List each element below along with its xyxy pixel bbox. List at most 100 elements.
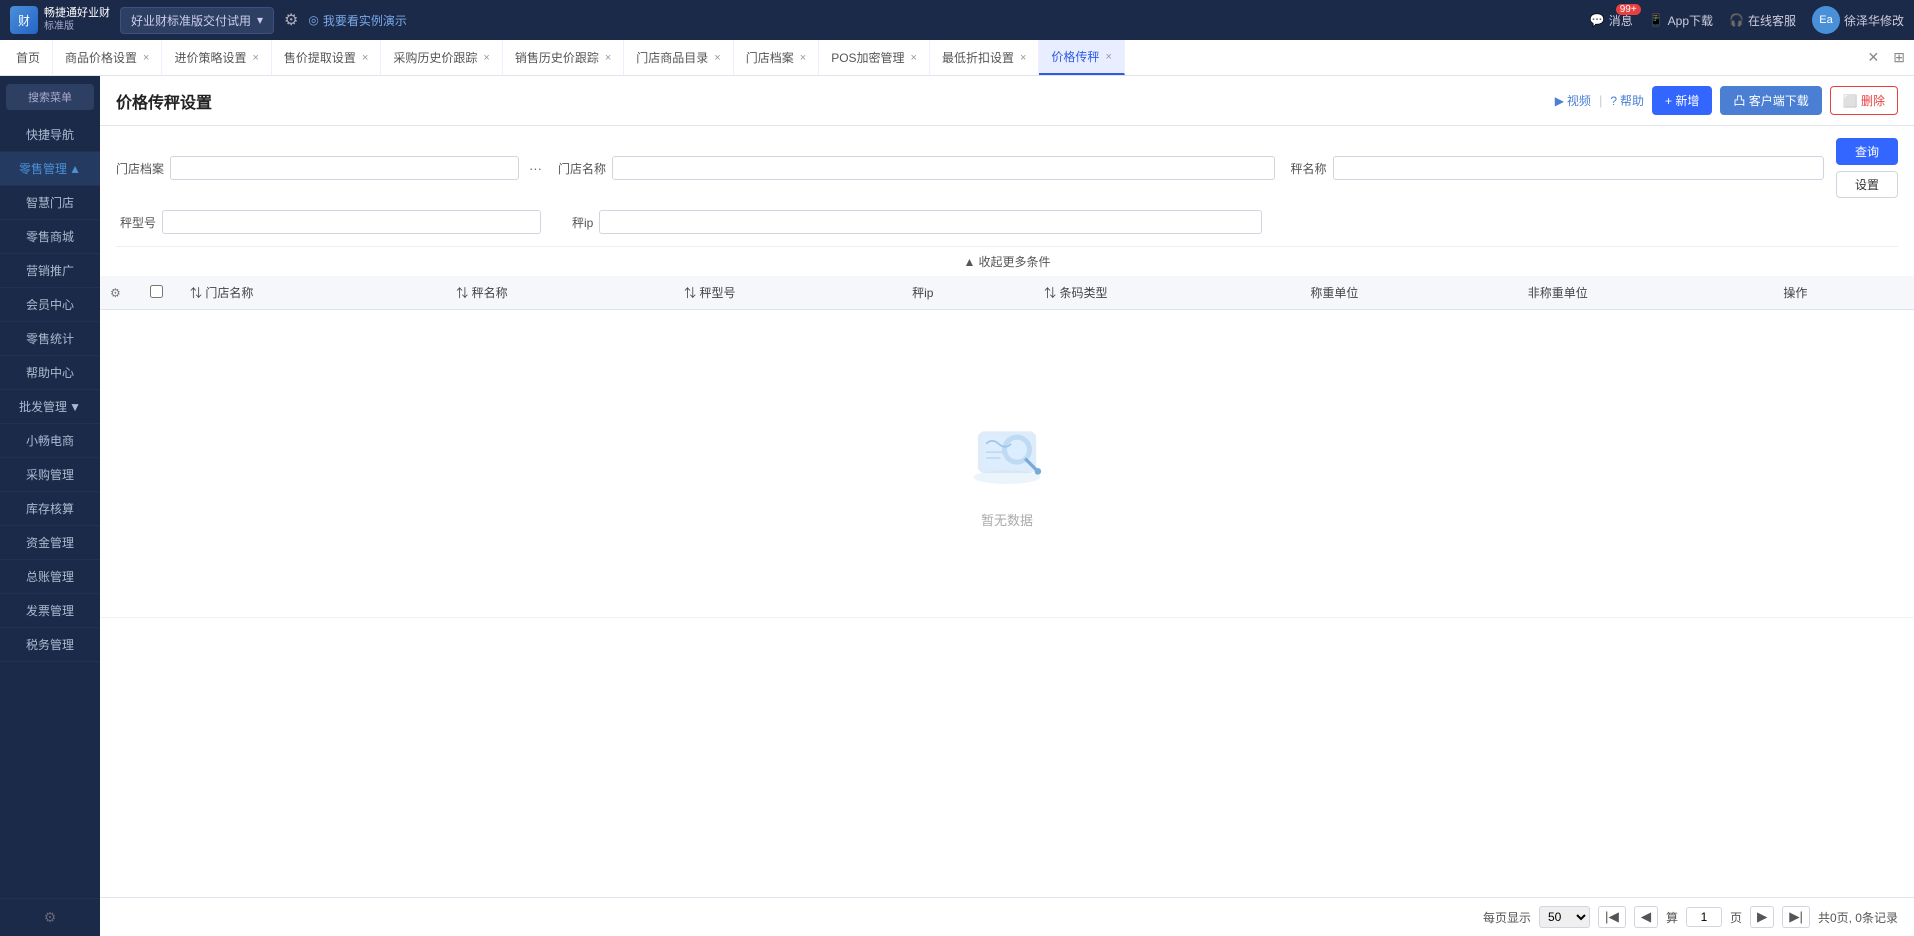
column-settings-icon[interactable]: ⚙ — [110, 286, 121, 300]
th-operation: 操作 — [1773, 276, 1914, 310]
tab-store-archive[interactable]: 门店档案 × — [734, 40, 819, 75]
user-profile-button[interactable]: Ea 徐泽华修改 — [1812, 6, 1904, 34]
help-link[interactable]: ? 帮助 — [1610, 92, 1644, 109]
version-selector[interactable]: 好业财标准版交付试用 ▾ — [120, 7, 274, 34]
set-button[interactable]: 设置 — [1836, 171, 1898, 198]
video-icon: ▶ — [1555, 94, 1564, 108]
scale-model-label: 秤型号 — [116, 214, 156, 231]
download-icon: 📱 — [1649, 13, 1664, 27]
tab-home[interactable]: 首页 — [4, 40, 53, 75]
sidebar-item-retail-stats[interactable]: 零售统计 — [0, 322, 100, 356]
app-download-button[interactable]: 📱 App下载 — [1649, 12, 1713, 29]
close-tab-purchase-history[interactable]: × — [483, 52, 489, 64]
prev-page-button[interactable]: ◀ — [1634, 906, 1658, 928]
sidebar-item-invoice-mgmt[interactable]: 发票管理 — [0, 594, 100, 628]
per-page-select[interactable]: 10 20 50 100 — [1539, 906, 1590, 928]
online-service-button[interactable]: 🎧 在线客服 — [1729, 12, 1796, 29]
tab-sale-price[interactable]: 售价提取设置 × — [272, 40, 381, 75]
store-archive-input[interactable] — [170, 156, 519, 180]
last-page-button[interactable]: ▶| — [1782, 906, 1810, 928]
data-table: ⚙ ⇅ 门店名称 ⇅ 秤名称 — [100, 276, 1914, 618]
close-tab-price-scale[interactable]: × — [1105, 51, 1111, 63]
tab-pos-encrypt[interactable]: POS加密管理 × — [819, 40, 930, 75]
sidebar-item-tax-mgmt[interactable]: 税务管理 — [0, 628, 100, 662]
sidebar-item-retail-mgmt[interactable]: 零售管理 ▲ — [0, 152, 100, 186]
sidebar-item-purchase-mgmt[interactable]: 采购管理 — [0, 458, 100, 492]
collapse-filter-button[interactable]: ▲ 收起更多条件 — [116, 246, 1898, 276]
close-tab-min-discount[interactable]: × — [1020, 52, 1026, 64]
tab-min-discount[interactable]: 最低折扣设置 × — [930, 40, 1039, 75]
sidebar-item-inventory[interactable]: 库存核算 — [0, 492, 100, 526]
scale-name-input[interactable] — [1333, 156, 1824, 180]
close-tab-store-catalog[interactable]: × — [714, 52, 720, 64]
sidebar-item-member[interactable]: 会员中心 — [0, 288, 100, 322]
close-tab-product-price[interactable]: × — [143, 52, 149, 64]
sidebar-item-help-center[interactable]: 帮助中心 — [0, 356, 100, 390]
query-button[interactable]: 查询 — [1836, 138, 1898, 165]
search-menu-button[interactable]: 搜索菜单 — [6, 84, 94, 110]
first-page-button[interactable]: |◀ — [1598, 906, 1626, 928]
filter-row-1: 门店档案 ··· 门店名称 秤名称 查询 — [116, 138, 1898, 198]
tab-product-price[interactable]: 商品价格设置 × — [53, 40, 162, 75]
page-number-input[interactable] — [1686, 907, 1722, 927]
expand-icon-retail: ▲ — [69, 162, 81, 176]
sidebar-item-finance[interactable]: 资金管理 — [0, 526, 100, 560]
store-name-input[interactable] — [612, 156, 1275, 180]
expand-icon-wholesale: ▼ — [69, 400, 81, 414]
th-barcode-type: ⇅ 条码类型 — [1034, 276, 1300, 310]
scale-name-label: 秤名称 — [1287, 160, 1327, 177]
th-weight-unit: 称重单位 — [1300, 276, 1517, 310]
client-download-button[interactable]: 凸 客户端下载 — [1720, 86, 1821, 115]
message-icon: 💬 — [1590, 13, 1605, 27]
empty-state: 暂无数据 — [110, 318, 1904, 609]
close-tab-purchase-strategy[interactable]: × — [252, 52, 258, 64]
tab-store-catalog[interactable]: 门店商品目录 × — [624, 40, 733, 75]
tab-sales-history[interactable]: 销售历史价跟踪 × — [503, 40, 624, 75]
close-tab-store-archive[interactable]: × — [800, 52, 806, 64]
chevron-up-icon: ▲ — [964, 255, 976, 269]
top-bar: 财 畅捷通好业财 标准版 好业财标准版交付试用 ▾ ⚙ 我要看实例演示 💬 消息… — [0, 0, 1914, 40]
close-tab-pos-encrypt[interactable]: × — [911, 52, 917, 64]
delete-button[interactable]: ⬜ 删除 — [1830, 86, 1898, 115]
close-tab-sales-history[interactable]: × — [605, 52, 611, 64]
select-all-checkbox[interactable] — [150, 285, 163, 298]
per-page-label: 每页显示 — [1483, 909, 1531, 926]
page-label: 算 — [1666, 909, 1678, 926]
message-badge: 99+ — [1616, 4, 1641, 15]
scale-ip-label: 秤ip — [553, 214, 593, 231]
main-layout: 搜索菜单 快捷导航 零售管理 ▲ 智慧门店 零售商城 营销推广 会员中心 零 — [0, 76, 1914, 936]
sidebar-item-wholesale-mgmt[interactable]: 批发管理 ▼ — [0, 390, 100, 424]
scale-model-input[interactable] — [162, 210, 541, 234]
sidebar-item-quick-nav[interactable]: 快捷导航 — [0, 118, 100, 152]
add-button[interactable]: + 新增 — [1652, 86, 1712, 115]
tab-purchase-history[interactable]: 采购历史价跟踪 × — [381, 40, 502, 75]
filter-scale-ip: 秤ip — [553, 210, 1262, 234]
tab-purchase-strategy[interactable]: 进价策略设置 × — [162, 40, 271, 75]
close-tab-sale-price[interactable]: × — [362, 52, 368, 64]
th-store-name: ⇅ 门店名称 — [180, 276, 446, 310]
sidebar-item-smart-store[interactable]: 智慧门店 — [0, 186, 100, 220]
sidebar-item-marketing[interactable]: 营销推广 — [0, 254, 100, 288]
page-title: 价格传秤设置 — [116, 89, 212, 113]
headset-icon: 🎧 — [1729, 13, 1744, 27]
video-link[interactable]: ▶ 视频 — [1555, 92, 1591, 109]
settings-icon[interactable]: ⚙ — [284, 10, 298, 30]
message-button[interactable]: 💬 消息 99+ — [1590, 12, 1633, 29]
logo-icon: 财 — [10, 6, 38, 34]
sidebar-settings-button[interactable]: ⚙ — [0, 898, 100, 936]
next-page-button[interactable]: ▶ — [1750, 906, 1774, 928]
sidebar-item-general-ledger[interactable]: 总账管理 — [0, 560, 100, 594]
store-name-label: 门店名称 — [558, 160, 606, 177]
close-all-tabs-button[interactable]: ✕ — [1863, 47, 1885, 68]
tab-price-scale[interactable]: 价格传秤 × — [1039, 40, 1124, 75]
logo-text: 畅捷通好业财 标准版 — [44, 7, 110, 32]
th-scale-name: ⇅ 秤名称 — [446, 276, 674, 310]
sidebar-item-ecommerce[interactable]: 小畅电商 — [0, 424, 100, 458]
content-area: 价格传秤设置 ▶ 视频 | ? 帮助 + 新增 凸 客户端下载 — [100, 76, 1914, 936]
store-archive-ellipsis[interactable]: ··· — [525, 157, 546, 180]
tabs-menu-button[interactable]: ⊞ — [1888, 47, 1910, 68]
filter-scale-model: 秤型号 — [116, 210, 541, 234]
demo-button[interactable]: 我要看实例演示 — [308, 12, 407, 29]
sidebar-item-retail-mall[interactable]: 零售商城 — [0, 220, 100, 254]
scale-ip-input[interactable] — [599, 210, 1262, 234]
